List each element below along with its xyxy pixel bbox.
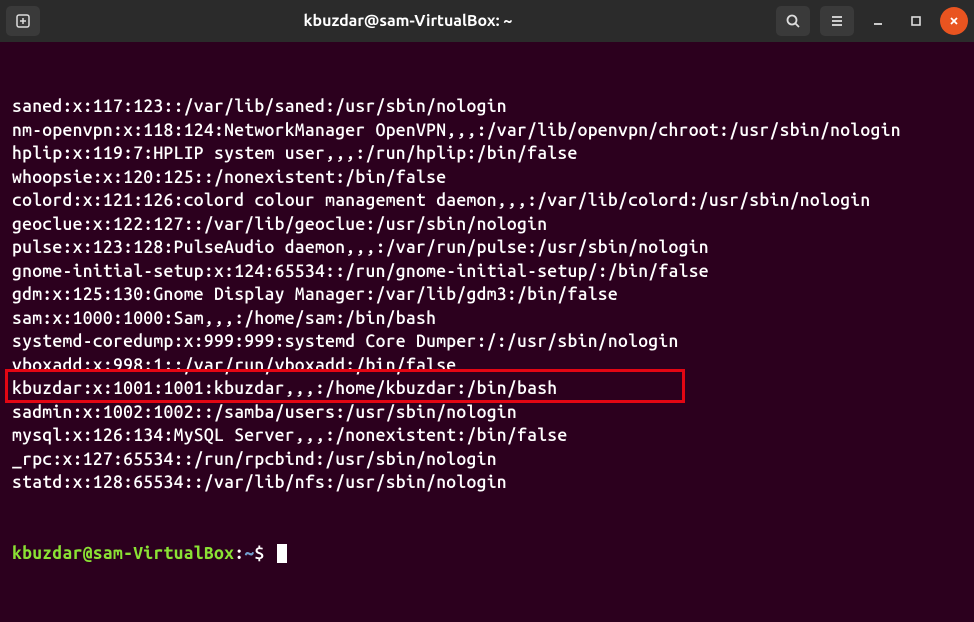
prompt-user-host: kbuzdar@sam-VirtualBox	[12, 544, 234, 563]
terminal-line: whoopsie:x:120:125::/nonexistent:/bin/fa…	[12, 166, 964, 190]
terminal-line: sam:x:1000:1000:Sam,,,:/home/sam:/bin/ba…	[12, 307, 964, 331]
prompt-path: ~	[244, 544, 254, 563]
terminal-line: mysql:x:126:134:MySQL Server,,,:/nonexis…	[12, 424, 964, 448]
prompt-symbol: $	[254, 544, 264, 563]
terminal-line: statd:x:128:65534::/var/lib/nfs:/usr/sbi…	[12, 471, 964, 495]
terminal-line: gnome-initial-setup:x:124:65534::/run/gn…	[12, 260, 964, 284]
minimize-icon	[871, 14, 885, 28]
terminal-output: saned:x:117:123::/var/lib/saned:/usr/sbi…	[12, 95, 964, 495]
maximize-icon	[909, 14, 923, 28]
terminal-line: vboxadd:x:998:1::/var/run/vboxadd:/bin/f…	[12, 354, 964, 378]
window-title: kbuzdar@sam-VirtualBox: ~	[46, 12, 770, 30]
terminal-line: hplip:x:119:7:HPLIP system user,,,:/run/…	[12, 142, 964, 166]
window-close-button[interactable]	[940, 7, 968, 35]
window-titlebar: kbuzdar@sam-VirtualBox: ~	[0, 0, 974, 42]
terminal-prompt-line: kbuzdar@sam-VirtualBox:~$	[12, 542, 964, 566]
terminal-line: systemd-coredump:x:999:999:systemd Core …	[12, 330, 964, 354]
search-button[interactable]	[776, 6, 810, 36]
window-minimize-button[interactable]	[864, 7, 892, 35]
terminal-line: kbuzdar:x:1001:1001:kbuzdar,,,:/home/kbu…	[12, 377, 964, 401]
terminal-line: geoclue:x:122:127::/var/lib/geoclue:/usr…	[12, 213, 964, 237]
terminal-line: colord:x:121:126:colord colour managemen…	[12, 189, 964, 213]
new-tab-button[interactable]	[6, 6, 40, 36]
terminal-line: saned:x:117:123::/var/lib/saned:/usr/sbi…	[12, 95, 964, 119]
search-icon	[785, 13, 801, 29]
terminal-line: pulse:x:123:128:PulseAudio daemon,,,:/va…	[12, 236, 964, 260]
terminal-body[interactable]: saned:x:117:123::/var/lib/saned:/usr/sbi…	[0, 42, 974, 622]
menu-button[interactable]	[820, 6, 854, 36]
prompt-colon: :	[234, 544, 244, 563]
terminal-line: sadmin:x:1002:1002::/samba/users:/usr/sb…	[12, 401, 964, 425]
hamburger-icon	[829, 13, 845, 29]
terminal-line: nm-openvpn:x:118:124:NetworkManager Open…	[12, 119, 964, 143]
window-maximize-button[interactable]	[902, 7, 930, 35]
titlebar-left-controls	[6, 6, 40, 36]
terminal-line: gdm:x:125:130:Gnome Display Manager:/var…	[12, 283, 964, 307]
new-tab-icon	[15, 13, 31, 29]
close-icon	[947, 14, 961, 28]
titlebar-right-controls	[776, 6, 968, 36]
terminal-line: _rpc:x:127:65534::/run/rpcbind:/usr/sbin…	[12, 448, 964, 472]
terminal-cursor	[277, 544, 287, 563]
